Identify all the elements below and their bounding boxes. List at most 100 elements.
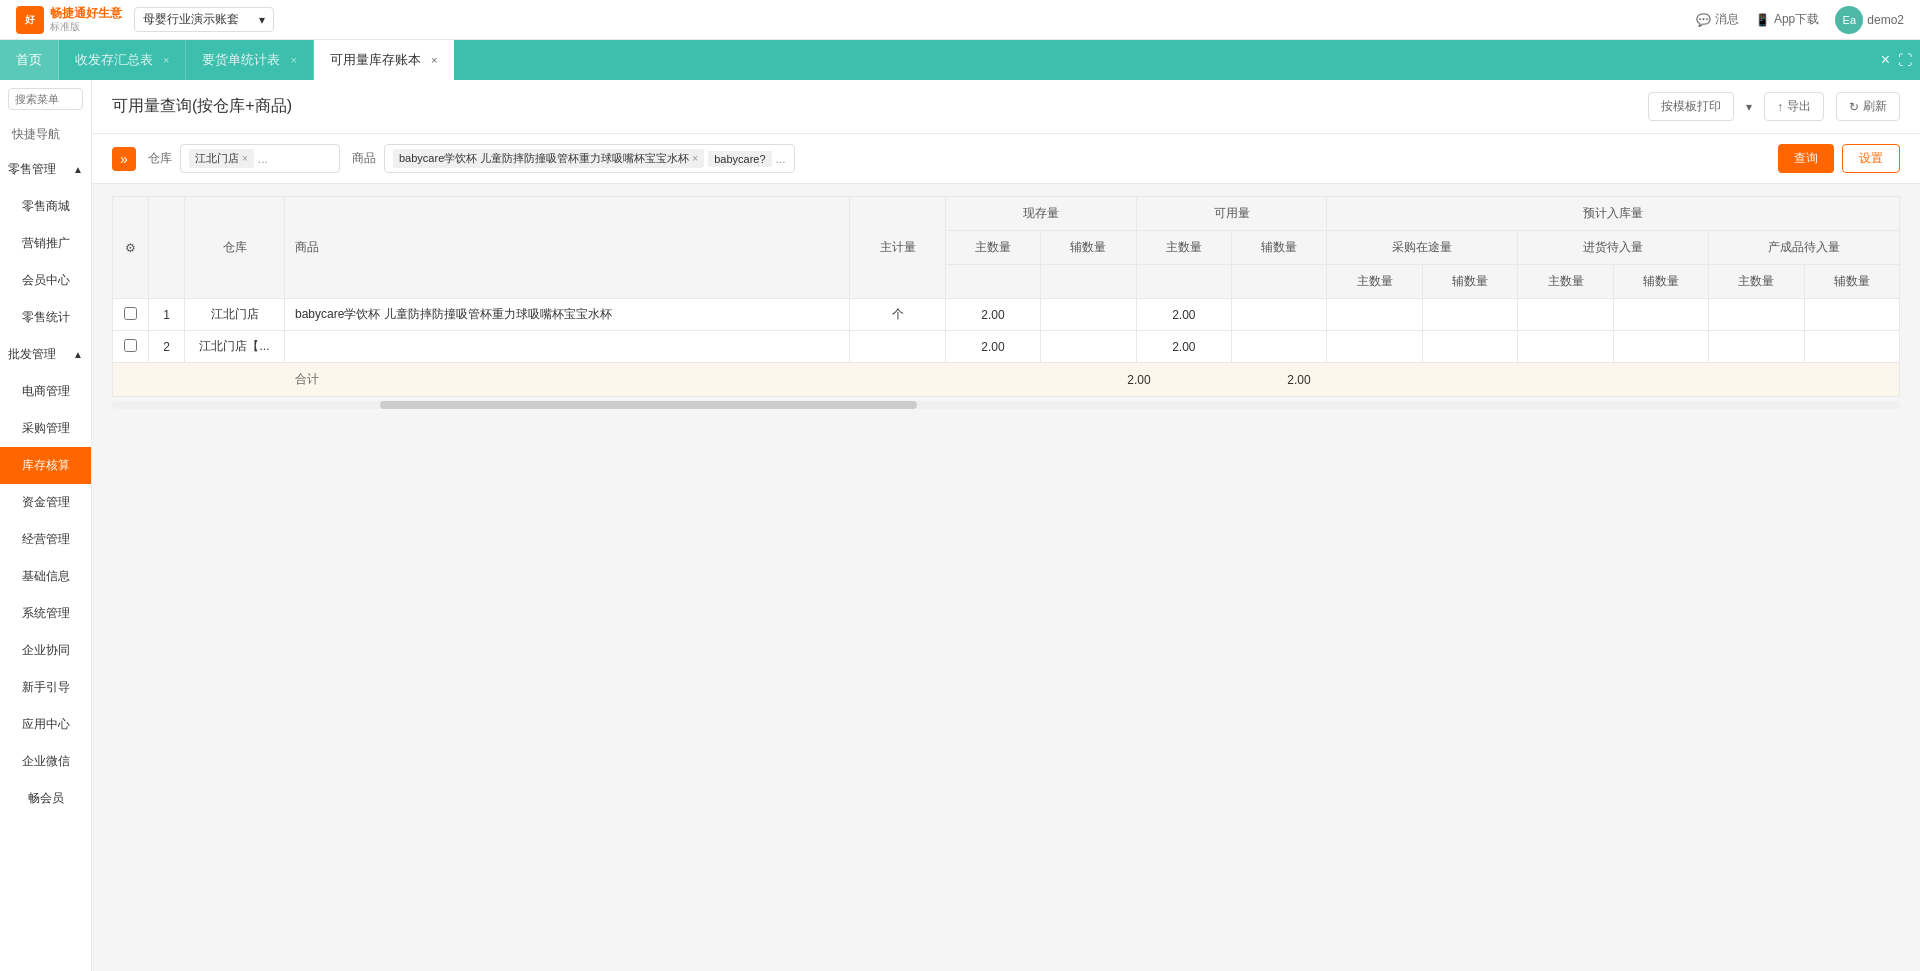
product-tag2-label: babycare?: [714, 153, 765, 165]
ecommerce-label: 电商管理: [22, 383, 70, 400]
logo-area: 好 畅捷通好生意 标准版: [16, 6, 122, 34]
tab-order-stats[interactable]: 要货单统计表 ×: [186, 40, 313, 80]
sidebar-item-guide[interactable]: 新手引导: [0, 669, 91, 706]
main-layout: 快捷导航 零售管理 ▲ 零售商城 营销推广 会员中心 零售统计 批发管理 ▲ 电…: [0, 80, 1920, 971]
warehouse-tag-close[interactable]: ×: [242, 153, 248, 164]
th-expected-in: 预计入库量: [1327, 197, 1900, 231]
product-filter-more[interactable]: ...: [776, 152, 786, 166]
query-btn[interactable]: 查询: [1778, 144, 1834, 173]
settings-btn[interactable]: 设置: [1842, 144, 1900, 173]
row-prod-main: [1709, 331, 1804, 363]
th-pp-aux: 辅数量: [1613, 265, 1708, 299]
th-available: 可用量: [1136, 197, 1327, 231]
sidebar-item-retail-stats[interactable]: 零售统计: [0, 299, 91, 336]
available-stock-tab-label: 可用量库存账本: [330, 51, 421, 69]
sidebar-item-retail-shop[interactable]: 零售商城: [0, 188, 91, 225]
th-cs-main-sub: [945, 265, 1040, 299]
row-available-main: 2.00: [1136, 331, 1231, 363]
horizontal-scrollbar[interactable]: [112, 401, 1900, 409]
sidebar-item-inventory[interactable]: 库存核算: [0, 447, 91, 484]
tab-close-available-stock[interactable]: ×: [431, 54, 437, 66]
product-tag-babycare2: babycare?: [708, 151, 771, 167]
row-check-0[interactable]: [124, 307, 137, 320]
scrollbar-thumb: [380, 401, 916, 409]
operations-label: 经营管理: [22, 531, 70, 548]
nav-tabs: 首页 收发存汇总表 × 要货单统计表 × 可用量库存账本 × × ⛶: [0, 40, 1920, 80]
sidebar-item-zero-retail[interactable]: 零售管理 ▲: [0, 151, 91, 188]
industry-selector[interactable]: 母婴行业演示账套 ▾: [134, 7, 274, 32]
chevron-down-icon: ▾: [259, 13, 265, 27]
template-dropdown-icon[interactable]: ▾: [1746, 100, 1752, 114]
refresh-btn[interactable]: ↻ 刷新: [1836, 92, 1900, 121]
row-pt-aux: [1422, 331, 1517, 363]
sidebar-item-ecommerce[interactable]: 电商管理: [0, 373, 91, 410]
th-warehouse: 仓库: [185, 197, 285, 299]
sidebar-item-purchase[interactable]: 采购管理: [0, 410, 91, 447]
nav-tabs-actions: × ⛶: [1873, 40, 1920, 80]
row-prod-aux: [1804, 299, 1899, 331]
tab-home[interactable]: 首页: [0, 40, 59, 80]
sidebar-item-finance[interactable]: 资金管理: [0, 484, 91, 521]
th-product: 商品: [285, 197, 850, 299]
th-production-pending: 产成品待入量: [1709, 231, 1900, 265]
row-warehouse: 江北门店【...: [185, 331, 285, 363]
sidebar-item-basic-info[interactable]: 基础信息: [0, 558, 91, 595]
sidebar-item-wholesale[interactable]: 批发管理 ▲: [0, 336, 91, 373]
sidebar-item-member2[interactable]: 畅会员: [0, 780, 91, 817]
th-pt-aux: 辅数量: [1422, 265, 1517, 299]
row-pt-aux: [1422, 299, 1517, 331]
top-bar-left: 好 畅捷通好生意 标准版 母婴行业演示账套 ▾: [16, 6, 274, 34]
row-checkbox[interactable]: [113, 299, 149, 331]
fullscreen-btn[interactable]: ⛶: [1898, 52, 1912, 68]
row-available-aux: [1232, 331, 1327, 363]
app-center-label: 应用中心: [22, 716, 70, 733]
table-container: ⚙ 仓库 商品 主计量 现存量 可用量 预计入库量 主数量 辅数量 主数量: [92, 184, 1920, 971]
search-input[interactable]: [8, 88, 83, 110]
row-product: [285, 331, 850, 363]
retail-stats-label: 零售统计: [22, 309, 70, 326]
sidebar-item-marketing[interactable]: 营销推广: [0, 225, 91, 262]
filter-expand-btn[interactable]: »: [112, 147, 136, 171]
sidebar-item-app-center[interactable]: 应用中心: [0, 706, 91, 743]
row-pt-main: [1327, 299, 1422, 331]
app-subtitle: 标准版: [50, 21, 122, 33]
tab-available-stock[interactable]: 可用量库存账本 ×: [314, 40, 454, 80]
close-all-tabs-btn[interactable]: ×: [1881, 51, 1890, 69]
user-name: demo2: [1867, 13, 1904, 27]
sidebar-item-operations[interactable]: 经营管理: [0, 521, 91, 558]
row-current-main: 2.00: [945, 299, 1040, 331]
purchase-label: 采购管理: [22, 420, 70, 437]
wholesale-label: 批发管理: [8, 346, 56, 363]
message-btn[interactable]: 💬 消息: [1696, 11, 1739, 28]
warehouse-filter-more[interactable]: ...: [258, 152, 268, 166]
th-unit: 主计量: [850, 197, 945, 299]
tab-close-order-stats[interactable]: ×: [290, 54, 296, 66]
tab-close-receive-send[interactable]: ×: [163, 54, 169, 66]
product-tag-babycare: babycare学饮杯 儿童防摔防撞吸管杯重力球吸嘴杯宝宝水杯 ×: [393, 149, 704, 168]
user-menu[interactable]: Ea demo2: [1835, 6, 1904, 34]
row-checkbox[interactable]: [113, 331, 149, 363]
tab-receive-send[interactable]: 收发存汇总表 ×: [59, 40, 186, 80]
export-btn[interactable]: ↑ 导出: [1764, 92, 1824, 121]
member-label: 会员中心: [22, 272, 70, 289]
template-print-btn[interactable]: 按模板打印: [1648, 92, 1734, 121]
product-input[interactable]: babycare学饮杯 儿童防摔防撞吸管杯重力球吸嘴杯宝宝水杯 × babyca…: [384, 144, 795, 173]
sidebar-item-quick-nav[interactable]: 快捷导航: [0, 118, 91, 151]
sidebar-item-enterprise[interactable]: 企业协同: [0, 632, 91, 669]
row-check-1[interactable]: [124, 339, 137, 352]
row-pp-aux: [1613, 331, 1708, 363]
sidebar-search-area: [0, 80, 91, 118]
row-current-aux: [1041, 299, 1136, 331]
top-bar: 好 畅捷通好生意 标准版 母婴行业演示账套 ▾ 💬 消息 📱 App下载 Ea …: [0, 0, 1920, 40]
sidebar-item-member[interactable]: 会员中心: [0, 262, 91, 299]
warehouse-input[interactable]: 江北门店 × ...: [180, 144, 340, 173]
app-name: 畅捷通好生意: [50, 6, 122, 20]
table-footer: 合计 2.00 2.00: [112, 363, 1900, 397]
table-row: 1 江北门店 babycare学饮杯 儿童防摔防撞吸管杯重力球吸嘴杯宝宝水杯 个…: [113, 299, 1900, 331]
sidebar-item-system[interactable]: 系统管理: [0, 595, 91, 632]
row-current-main: 2.00: [945, 331, 1040, 363]
sidebar-item-wechat[interactable]: 企业微信: [0, 743, 91, 780]
app-download-btn[interactable]: 📱 App下载: [1755, 11, 1819, 28]
settings-icon[interactable]: ⚙: [125, 241, 136, 255]
product-tag-close[interactable]: ×: [692, 153, 698, 164]
